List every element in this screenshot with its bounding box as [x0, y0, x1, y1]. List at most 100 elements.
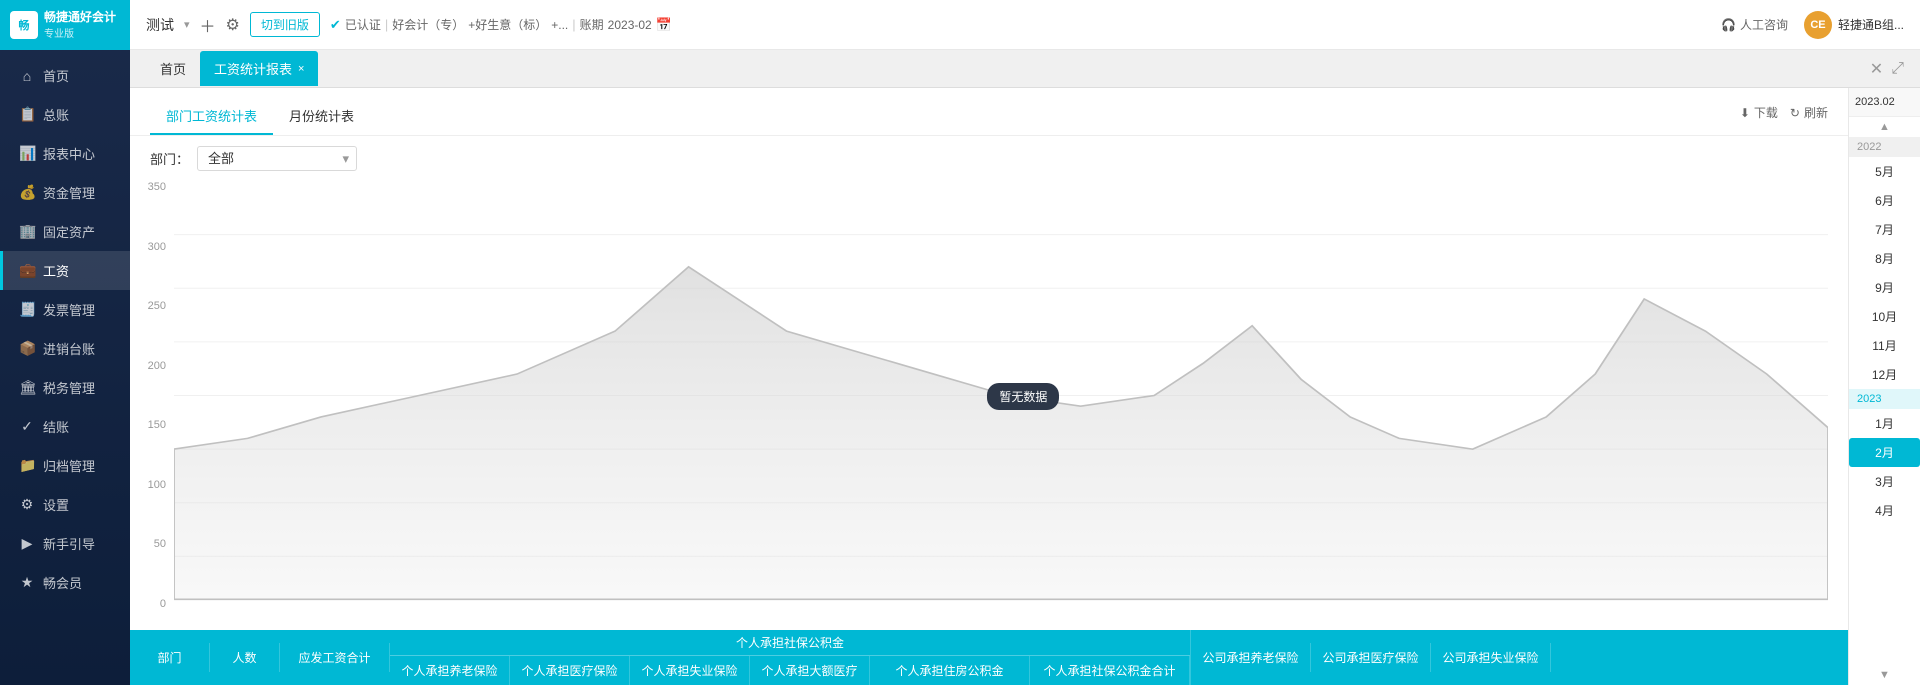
- nav-label-closing: 结账: [43, 417, 69, 436]
- close-panel-btn[interactable]: ✕: [1870, 59, 1883, 79]
- sidebar-item-home[interactable]: ⌂首页: [0, 56, 130, 95]
- topbar-right: 🎧 人工咨询 CE 轻捷通B组...: [1721, 11, 1904, 39]
- month-2022-07[interactable]: 7月: [1849, 215, 1920, 244]
- topbar-add-btn[interactable]: ＋: [200, 13, 216, 37]
- nav-label-assets: 固定资产: [43, 222, 95, 241]
- col-count: 人数: [210, 643, 280, 672]
- col-personal-large-medical: 个人承担大额医疗: [750, 656, 870, 685]
- tab-close-btn[interactable]: ×: [298, 63, 304, 75]
- nav-icon-guide: ▶: [19, 535, 35, 552]
- col-dept: 部门: [130, 643, 210, 672]
- topbar: 测试 ▾ ＋ ⚙ 切到旧版 ✔ 已认证 | 好会计（专） +好生意（标） +..…: [130, 0, 1920, 50]
- sidebar-item-ledger[interactable]: 📋总账: [0, 95, 130, 134]
- more-label: +...: [551, 18, 568, 32]
- sidebar-item-archive[interactable]: 📁归档管理: [0, 446, 130, 485]
- nav-label-settings: 设置: [43, 495, 69, 514]
- date-scroll-down-btn[interactable]: ▼: [1849, 665, 1920, 685]
- date-header: 2023.02: [1849, 88, 1920, 117]
- nav-label-funds: 资金管理: [43, 183, 95, 202]
- col-personal-medical: 个人承担医疗保险: [510, 656, 630, 685]
- sidebar-item-payroll[interactable]: 💼工资: [0, 251, 130, 290]
- month-2022-11[interactable]: 11月: [1849, 331, 1920, 360]
- month-2023-01[interactable]: 1月: [1849, 409, 1920, 438]
- sidebar-item-closing[interactable]: ✓ 结账: [0, 407, 130, 446]
- content-area: 首页 工资统计报表 × ✕ ⤢ 部门工资统计表 月份统计: [130, 50, 1920, 685]
- user-menu[interactable]: CE 轻捷通B组...: [1804, 11, 1904, 39]
- month-2022-12[interactable]: 12月: [1849, 360, 1920, 389]
- good-biz-label: +好生意（标）: [468, 16, 547, 33]
- logo-text-group: 畅捷通好会计 专业版: [44, 10, 116, 39]
- month-2022-05[interactable]: 5月: [1849, 157, 1920, 186]
- nav-icon-settings: ⚙: [19, 496, 35, 513]
- sub-tab-dept[interactable]: 部门工资统计表: [150, 98, 273, 135]
- year-2022: 2022: [1849, 137, 1920, 157]
- y-label-200: 200: [130, 360, 166, 372]
- topbar-dropdown-icon[interactable]: ▾: [184, 18, 190, 31]
- sidebar-item-invoices[interactable]: 🧾发票管理: [0, 290, 130, 329]
- certified-label: 已认证: [345, 16, 381, 33]
- dept-select-wrapper: 全部: [197, 146, 357, 171]
- nav-icon-invoices: 🧾: [19, 301, 35, 318]
- period-value: 2023-02: [608, 18, 652, 32]
- sidebar-item-reports[interactable]: 📊 报表中心: [0, 134, 130, 173]
- sidebar-item-settings[interactable]: ⚙ 设置: [0, 485, 130, 524]
- nav-icon-home: ⌂: [19, 68, 35, 84]
- sidebar-item-sales[interactable]: 📦进销台账: [0, 329, 130, 368]
- headset-icon: 🎧: [1721, 18, 1736, 32]
- refresh-btn[interactable]: ↻ 刷新: [1790, 104, 1828, 121]
- sidebar-item-guide[interactable]: ▶新手引导: [0, 524, 130, 563]
- sidebar-item-funds[interactable]: 💰资金管理: [0, 173, 130, 212]
- nav-label-ledger: 总账: [43, 105, 69, 124]
- main-area: 测试 ▾ ＋ ⚙ 切到旧版 ✔ 已认证 | 好会计（专） +好生意（标） +..…: [130, 0, 1920, 685]
- col-group-personal: 个人承担社保公积金 个人承担养老保险 个人承担医疗保险 个人承担失业保险 个人承…: [390, 630, 1191, 685]
- date-scroll-up-btn[interactable]: ▲: [1849, 117, 1920, 137]
- col-company-medical: 公司承担医疗保险: [1311, 643, 1431, 672]
- sidebar-item-tax[interactable]: 🏛税务管理: [0, 368, 130, 407]
- y-label-350: 350: [130, 181, 166, 193]
- nav-icon-closing: ✓: [19, 418, 35, 435]
- tab-home[interactable]: 首页: [146, 51, 200, 86]
- certified-icon: ✔: [330, 17, 341, 33]
- col-total-wage: 应发工资合计: [280, 643, 390, 672]
- nav-label-tax: 税务管理: [43, 378, 95, 397]
- tab-bar: 首页 工资统计报表 × ✕ ⤢: [130, 50, 1920, 88]
- sub-tab-actions: ⬇ 下载 ↻ 刷新: [1740, 104, 1828, 129]
- nav-label-reports: 报表中心: [43, 144, 95, 163]
- month-2022-06[interactable]: 6月: [1849, 186, 1920, 215]
- month-2023-04[interactable]: 4月: [1849, 496, 1920, 525]
- col-personal-total: 个人承担社保公积金合计: [1030, 656, 1190, 685]
- sub-tab-month[interactable]: 月份统计表: [273, 98, 370, 135]
- month-2022-09[interactable]: 9月: [1849, 273, 1920, 302]
- page-content: 部门工资统计表 月份统计表 ⬇ 下载 ↻ 刷新: [130, 88, 1920, 685]
- sidebar-item-assets[interactable]: 🏢固定资产: [0, 212, 130, 251]
- group-cols: 个人承担养老保险 个人承担医疗保险 个人承担失业保险 个人承担大额医疗 个人承担…: [390, 656, 1190, 685]
- group-header: 个人承担社保公积金: [390, 630, 1190, 656]
- y-label-300: 300: [130, 241, 166, 253]
- dept-select[interactable]: 全部: [197, 146, 357, 171]
- col-personal-unemployment: 个人承担失业保险: [630, 656, 750, 685]
- status-badges: ✔ 已认证 | 好会计（专） +好生意（标） +... | 账期 2023-02…: [330, 16, 672, 33]
- month-2023-02[interactable]: 2月: [1849, 438, 1920, 467]
- sidebar-item-members[interactable]: ★畅会员: [0, 563, 130, 602]
- calendar-icon[interactable]: 📅: [656, 17, 672, 33]
- nav-label-members: 畅会员: [43, 573, 82, 592]
- switch-old-version-btn[interactable]: 切到旧版: [250, 12, 320, 37]
- nav-icon-archive: 📁: [19, 457, 35, 474]
- nav-label-payroll: 工资: [43, 261, 69, 280]
- topbar-settings-btn[interactable]: ⚙: [226, 15, 240, 35]
- y-label-250: 250: [130, 300, 166, 312]
- sidebar-nav: ⌂首页📋总账📊报表中心💰资金管理🏢固定资产💼工资🧾发票管理📦进销台账🏛税务管理✓…: [0, 50, 130, 685]
- app-logo: 畅 畅捷通好会计 专业版: [0, 0, 130, 50]
- tab-payroll-report[interactable]: 工资统计报表 ×: [200, 51, 318, 86]
- help-btn[interactable]: 🎧 人工咨询: [1721, 16, 1788, 33]
- month-2022-08[interactable]: 8月: [1849, 244, 1920, 273]
- col-personal-housing: 个人承担住房公积金: [870, 656, 1030, 685]
- maximize-btn[interactable]: ⤢: [1891, 60, 1904, 78]
- col-company-pension: 公司承担养老保险: [1191, 643, 1311, 672]
- month-2022-10[interactable]: 10月: [1849, 302, 1920, 331]
- topbar-title: 测试: [146, 15, 174, 35]
- nav-icon-reports: 📊: [19, 145, 35, 162]
- download-btn[interactable]: ⬇ 下载: [1740, 104, 1778, 121]
- y-axis: 0 50 100 150 200 250 300 350: [130, 181, 170, 610]
- month-2023-03[interactable]: 3月: [1849, 467, 1920, 496]
